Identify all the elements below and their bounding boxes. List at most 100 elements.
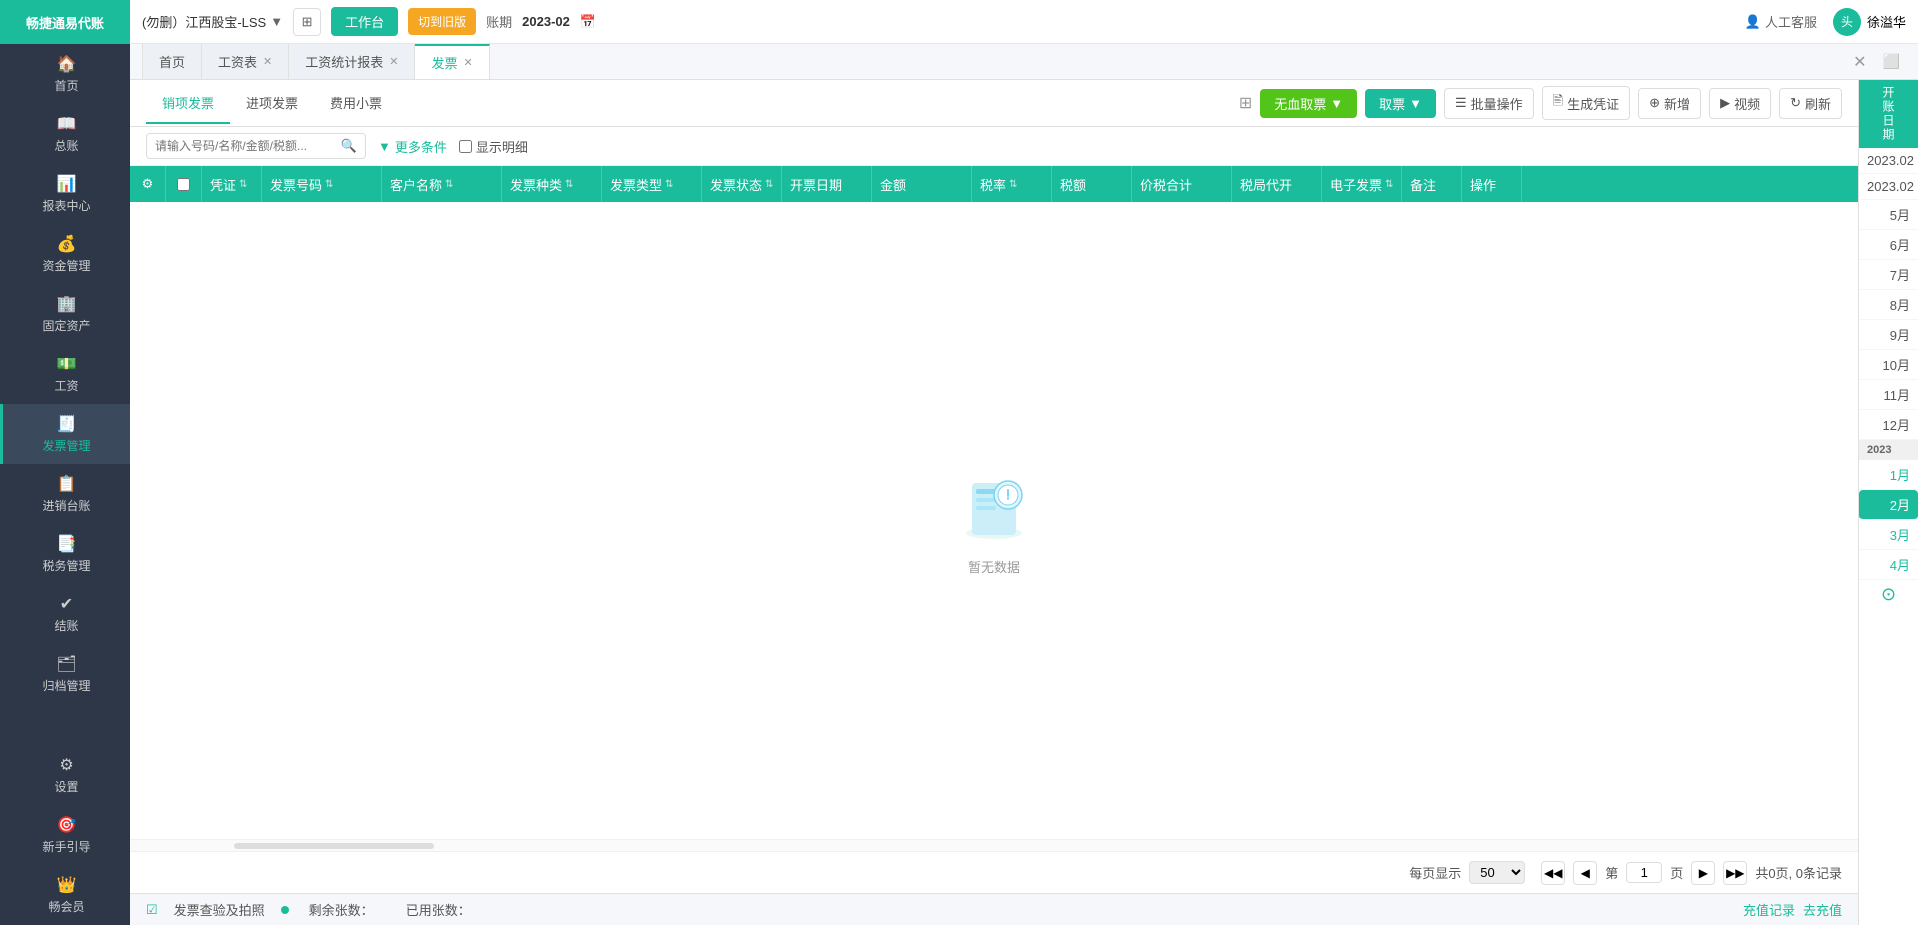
date-month-5[interactable]: 5月 [1859,200,1918,230]
th-invoice-no[interactable]: 发票号码 ⇅ [262,166,382,202]
select-all-checkbox[interactable] [177,178,190,191]
page-number-input[interactable] [1626,862,1662,883]
tab-salary-stats-close[interactable]: ✕ [389,55,398,68]
show-detail-toggle[interactable]: 显示明细 [459,137,528,156]
goto-recharge-link[interactable]: 去充值 [1803,900,1842,919]
tab-salary-close[interactable]: ✕ [263,55,272,68]
sidebar-item-archive[interactable]: 🗂 归档管理 [0,644,130,704]
video-button[interactable]: ▶ 视频 [1709,88,1771,119]
tab-invoice[interactable]: 发票 ✕ [415,44,489,79]
scroll-down-icon[interactable]: ⊙ [1881,584,1896,605]
more-conditions-button[interactable]: ▼ 更多条件 [378,137,447,156]
total-records: 共0页, 0条记录 [1755,863,1842,882]
sidebar-item-assets[interactable]: 🏢 固定资产 [0,284,130,344]
th-settings[interactable]: ⚙ [130,166,166,202]
th-checkbox[interactable] [166,166,202,202]
guide-icon: 🎯 [57,815,77,835]
used-label: 已用张数： [406,900,471,919]
generate-voucher-button[interactable]: 🖹 生成凭证 [1542,86,1630,120]
sort-invoice-category-icon: ⇅ [665,179,673,190]
next-page-button[interactable]: ▶ [1691,861,1715,885]
sub-tab-outgoing[interactable]: 销项发票 [146,82,230,124]
sort-invoice-status-icon: ⇅ [765,179,773,190]
date-month-2023-1[interactable]: 1月 [1859,460,1918,490]
show-detail-checkbox[interactable] [459,140,472,153]
th-invoice-type[interactable]: 发票种类 ⇅ [502,166,602,202]
tab-salary[interactable]: 工资表 ✕ [202,44,289,79]
date-month-2023-02-b[interactable]: 2023.02 [1859,174,1918,200]
company-settings-icon[interactable]: ⊞ [293,8,321,36]
horizontal-scrollbar[interactable] [130,839,1858,851]
assets-icon: 🏢 [57,294,77,314]
recharge-record-link[interactable]: 充值记录 [1743,900,1795,919]
period-label: 账期 [486,12,512,31]
date-month-2023-4[interactable]: 4月 [1859,550,1918,580]
sidebar-item-close[interactable]: ✔ 结账 [0,584,130,644]
sidebar-item-member[interactable]: 👑 畅会员 [0,865,130,925]
th-amount: 金额 [872,166,972,202]
th-date: 开票日期 [782,166,872,202]
tabbar: 首页 工资表 ✕ 工资统计报表 ✕ 发票 ✕ ✕ ⬜ [130,44,1918,80]
maximize-button[interactable]: ⬜ [1877,51,1906,72]
status-check-icon: ☑ [146,902,158,918]
date-month-2023-3[interactable]: 3月 [1859,520,1918,550]
page-size-select[interactable]: 50 10 20 100 [1469,861,1525,884]
date-month-2023-2[interactable]: 2月 [1859,490,1918,520]
no-deduction-button[interactable]: 无血取票 ▼ [1260,89,1357,118]
sort-customer-icon: ⇅ [445,179,453,190]
th-voucher[interactable]: 凭证 ⇅ [202,166,262,202]
sidebar-item-sales[interactable]: 📋 进销台账 [0,464,130,524]
tab-invoice-close[interactable]: ✕ [464,56,473,69]
sidebar-item-tax[interactable]: 📑 税务管理 [0,524,130,584]
close-all-button[interactable]: ✕ [1847,50,1872,74]
take-ticket-dropdown-icon: ▼ [1409,96,1422,111]
date-month-12[interactable]: 12月 [1859,410,1918,440]
date-month-10[interactable]: 10月 [1859,350,1918,380]
sub-tab-expense[interactable]: 费用小票 [314,82,398,124]
sidebar-item-salary[interactable]: 💵 工资 [0,344,130,404]
sidebar-item-settings[interactable]: ⚙ 设置 [0,745,130,805]
company-selector[interactable]: (勿删）江西股宝-LSS ▼ [142,12,283,31]
date-month-11[interactable]: 11月 [1859,380,1918,410]
new-button[interactable]: ⊕ 新增 [1638,88,1701,119]
sidebar-item-ledger[interactable]: 📖 总账 [0,104,130,164]
tab-salary-stats[interactable]: 工资统计报表 ✕ [289,44,415,79]
date-month-7[interactable]: 7月 [1859,260,1918,290]
tab-home[interactable]: 首页 [142,44,202,79]
prev-page-button[interactable]: ◀ [1573,861,1597,885]
sidebar-item-invoice[interactable]: 🧾 发票管理 [0,404,130,464]
th-invoice-status[interactable]: 发票状态 ⇅ [702,166,782,202]
user-profile[interactable]: 头 徐溢华 [1833,8,1906,36]
th-e-invoice[interactable]: 电子发票 ⇅ [1322,166,1402,202]
column-settings-icon[interactable]: ⊞ [1239,93,1252,113]
th-total: 价税合计 [1132,166,1232,202]
date-month-8[interactable]: 8月 [1859,290,1918,320]
sidebar-item-home[interactable]: 🏠 首页 [0,44,130,104]
date-month-6[interactable]: 6月 [1859,230,1918,260]
th-invoice-category[interactable]: 发票类型 ⇅ [602,166,702,202]
sidebar-item-reports[interactable]: 📊 报表中心 [0,164,130,224]
switch-version-button[interactable]: 切到旧版 [408,8,476,35]
salary-icon: 💵 [57,354,77,374]
sidebar-item-guide[interactable]: 🎯 新手引导 [0,805,130,865]
take-ticket-button[interactable]: 取票 ▼ [1365,89,1436,118]
settings-icon: ⚙ [59,755,73,775]
th-tax-rate[interactable]: 税率 ⇅ [972,166,1052,202]
sub-tab-incoming[interactable]: 进项发票 [230,82,314,124]
open-period-button[interactable]: 开账日期 [1859,80,1918,148]
batch-op-button[interactable]: ☰ 批量操作 [1444,88,1534,119]
sidebar-item-funds[interactable]: 💰 资金管理 [0,224,130,284]
sort-e-invoice-icon: ⇅ [1385,179,1393,190]
date-month-9[interactable]: 9月 [1859,320,1918,350]
table-body: 暂无数据 [130,202,1858,839]
date-month-2023-02-a[interactable]: 2023.02 [1859,148,1918,174]
sort-tax-rate-icon: ⇅ [1009,179,1017,190]
th-customer[interactable]: 客户名称 ⇅ [382,166,502,202]
search-input[interactable] [155,139,337,153]
customer-service[interactable]: 👤 人工客服 [1745,12,1817,31]
date-panel-scroll-down[interactable]: ⊙ [1859,580,1918,609]
workbench-button[interactable]: 工作台 [331,7,398,36]
first-page-button[interactable]: ◀◀ [1541,861,1565,885]
last-page-button[interactable]: ▶▶ [1723,861,1747,885]
refresh-button[interactable]: ↻ 刷新 [1779,88,1842,119]
